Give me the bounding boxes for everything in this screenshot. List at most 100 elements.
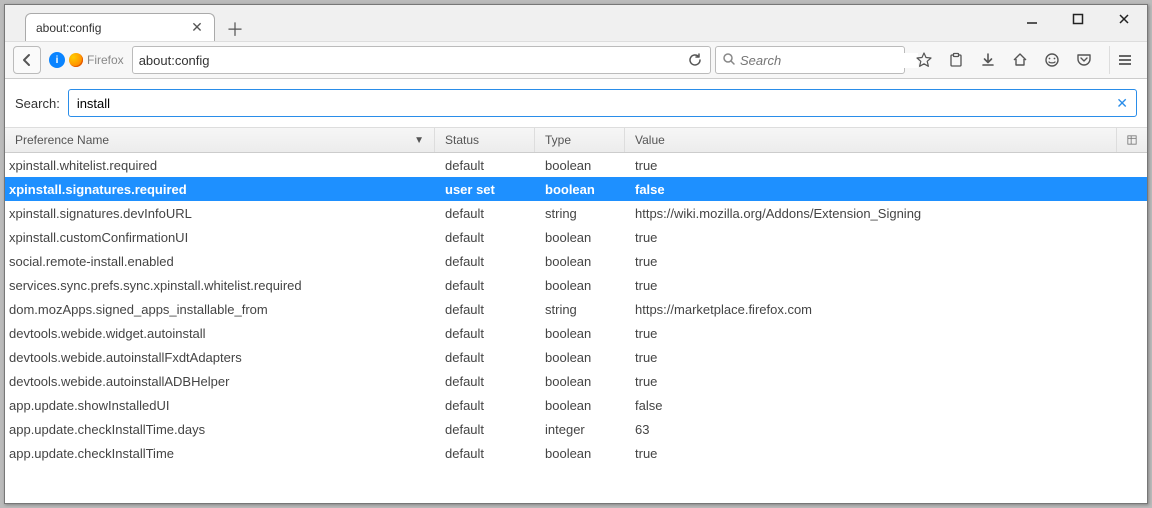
toolbar-icons [909, 51, 1099, 69]
filter-label: Search: [15, 96, 60, 111]
tab-strip: about:config ✕ ＋ [5, 5, 249, 41]
bookmark-star-icon[interactable] [915, 51, 933, 69]
table-row[interactable]: xpinstall.customConfirmationUIdefaultboo… [5, 225, 1147, 249]
cell-name: dom.mozApps.signed_apps_installable_from [5, 302, 435, 317]
cell-status: default [435, 350, 535, 365]
table-row[interactable]: devtools.webide.autoinstallADBHelperdefa… [5, 369, 1147, 393]
browser-window: about:config ✕ ＋ i Firefox [4, 4, 1148, 504]
firefox-identity: Firefox [69, 53, 124, 67]
column-header-type[interactable]: Type [535, 128, 625, 152]
cell-status: default [435, 326, 535, 341]
table-row[interactable]: social.remote-install.enableddefaultbool… [5, 249, 1147, 273]
window-minimize-button[interactable] [1009, 5, 1055, 33]
cell-status: default [435, 230, 535, 245]
search-input[interactable] [740, 53, 918, 68]
cell-status: default [435, 422, 535, 437]
browser-tab[interactable]: about:config ✕ [25, 13, 215, 41]
cell-name: app.update.checkInstallTime [5, 446, 435, 461]
window-controls [1009, 5, 1147, 33]
cell-type: boolean [535, 278, 625, 293]
cell-status: user set [435, 182, 535, 197]
cell-type: boolean [535, 398, 625, 413]
table-row[interactable]: devtools.webide.autoinstallFxdtAdaptersd… [5, 345, 1147, 369]
identity-label: Firefox [87, 53, 124, 67]
about-config-content: Search: ✕ Preference Name ▼ Status Type … [5, 79, 1147, 503]
cell-type: boolean [535, 230, 625, 245]
cell-value: true [625, 326, 1147, 341]
cell-type: boolean [535, 446, 625, 461]
cell-name: devtools.webide.autoinstallADBHelper [5, 374, 435, 389]
cell-name: xpinstall.signatures.required [5, 182, 435, 197]
download-icon[interactable] [979, 51, 997, 69]
filter-box[interactable]: ✕ [68, 89, 1137, 117]
table-row[interactable]: app.update.checkInstallTimedefaultboolea… [5, 441, 1147, 465]
reload-icon[interactable] [686, 53, 704, 67]
smiley-icon[interactable] [1043, 51, 1061, 69]
tab-title: about:config [36, 21, 190, 35]
table-row[interactable]: xpinstall.signatures.devInfoURLdefaultst… [5, 201, 1147, 225]
site-identity[interactable]: i Firefox [45, 52, 128, 68]
cell-type: string [535, 302, 625, 317]
new-tab-button[interactable]: ＋ [221, 17, 249, 41]
cell-type: boolean [535, 374, 625, 389]
home-icon[interactable] [1011, 51, 1029, 69]
cell-value: true [625, 446, 1147, 461]
menu-button[interactable] [1109, 46, 1139, 74]
table-row[interactable]: xpinstall.signatures.requireduser setboo… [5, 177, 1147, 201]
column-header-value[interactable]: Value [625, 128, 1117, 152]
table-header: Preference Name ▼ Status Type Value [5, 127, 1147, 153]
tab-close-icon[interactable]: ✕ [190, 21, 204, 35]
cell-value: true [625, 230, 1147, 245]
cell-value: true [625, 254, 1147, 269]
table-row[interactable]: devtools.webide.widget.autoinstalldefaul… [5, 321, 1147, 345]
sort-indicator-icon: ▼ [414, 135, 424, 146]
window-maximize-button[interactable] [1055, 5, 1101, 33]
window-close-button[interactable] [1101, 5, 1147, 33]
search-bar[interactable] [715, 46, 905, 74]
cell-name: xpinstall.customConfirmationUI [5, 230, 435, 245]
table-body: xpinstall.whitelist.requireddefaultboole… [5, 153, 1147, 503]
filter-input[interactable] [77, 96, 1116, 111]
table-row[interactable]: xpinstall.whitelist.requireddefaultboole… [5, 153, 1147, 177]
url-bar[interactable] [132, 46, 711, 74]
column-header-status[interactable]: Status [435, 128, 535, 152]
back-button[interactable] [13, 46, 41, 74]
cell-type: boolean [535, 254, 625, 269]
cell-name: services.sync.prefs.sync.xpinstall.white… [5, 278, 435, 293]
clear-filter-icon[interactable]: ✕ [1116, 95, 1128, 112]
table-row[interactable]: app.update.checkInstallTime.daysdefaulti… [5, 417, 1147, 441]
cell-name: social.remote-install.enabled [5, 254, 435, 269]
cell-status: default [435, 278, 535, 293]
prefs-table: Preference Name ▼ Status Type Value xpin… [5, 127, 1147, 503]
cell-value: 63 [625, 422, 1147, 437]
cell-name: xpinstall.whitelist.required [5, 158, 435, 173]
cell-status: default [435, 374, 535, 389]
filter-row: Search: ✕ [5, 79, 1147, 127]
cell-value: https://marketplace.firefox.com [625, 302, 1147, 317]
column-picker-icon[interactable] [1117, 128, 1147, 152]
table-row[interactable]: app.update.showInstalledUIdefaultboolean… [5, 393, 1147, 417]
cell-name: app.update.showInstalledUI [5, 398, 435, 413]
cell-status: default [435, 398, 535, 413]
cell-name: devtools.webide.widget.autoinstall [5, 326, 435, 341]
info-icon: i [49, 52, 65, 68]
table-row[interactable]: services.sync.prefs.sync.xpinstall.white… [5, 273, 1147, 297]
table-row[interactable]: dom.mozApps.signed_apps_installable_from… [5, 297, 1147, 321]
cell-value: https://wiki.mozilla.org/Addons/Extensio… [625, 206, 1147, 221]
cell-status: default [435, 302, 535, 317]
cell-status: default [435, 206, 535, 221]
cell-value: false [625, 182, 1147, 197]
column-header-name[interactable]: Preference Name ▼ [5, 128, 435, 152]
cell-status: default [435, 158, 535, 173]
firefox-icon [69, 53, 83, 67]
cell-name: devtools.webide.autoinstallFxdtAdapters [5, 350, 435, 365]
cell-name: app.update.checkInstallTime.days [5, 422, 435, 437]
url-input[interactable] [139, 53, 680, 68]
cell-status: default [435, 254, 535, 269]
cell-type: boolean [535, 350, 625, 365]
clipboard-icon[interactable] [947, 51, 965, 69]
pocket-icon[interactable] [1075, 51, 1093, 69]
cell-type: boolean [535, 326, 625, 341]
cell-status: default [435, 446, 535, 461]
cell-value: true [625, 278, 1147, 293]
